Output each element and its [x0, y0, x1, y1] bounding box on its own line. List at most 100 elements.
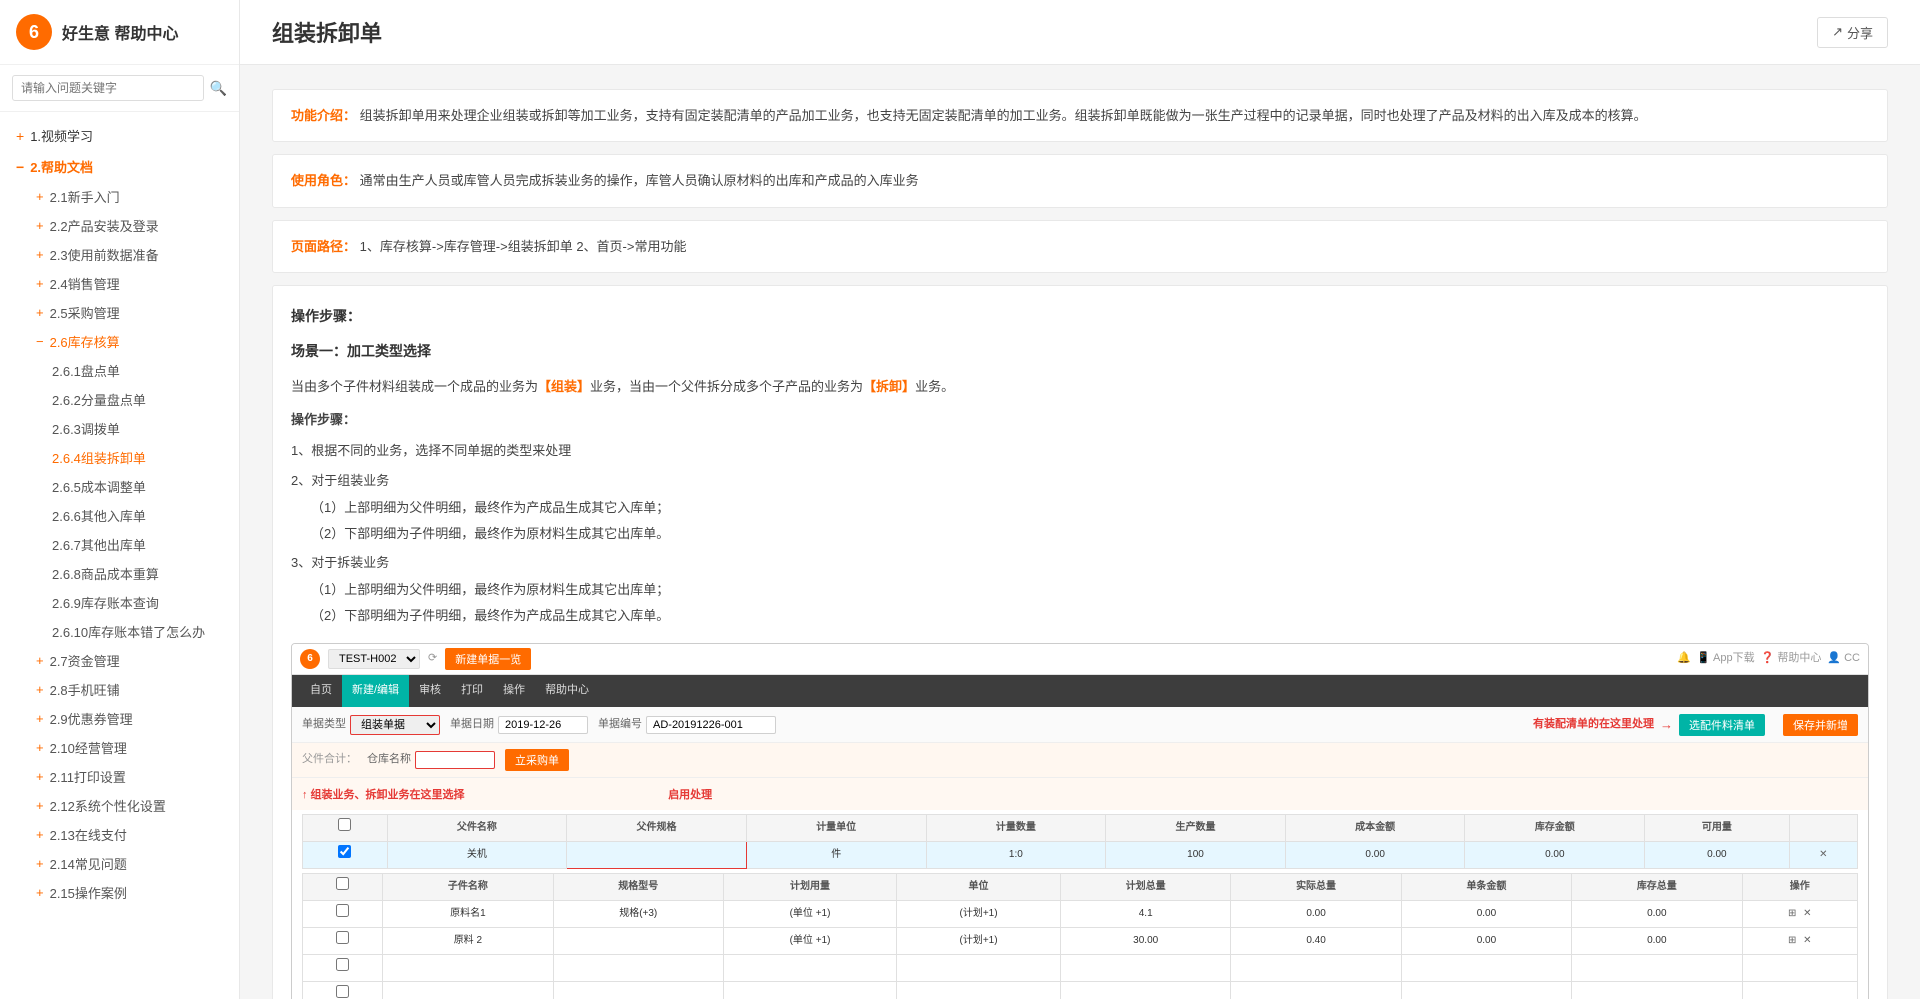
scene-desc: 当由多个子件材料组装成一个成品的业务为【组装】业务，当由一个父件拆分成多个子产品…: [291, 375, 1869, 398]
nav-ops[interactable]: 操作: [493, 675, 535, 707]
copy-icon-2[interactable]: ⊞: [1788, 935, 1796, 946]
child-spec-1: 规格(+3): [553, 901, 723, 928]
app-navbar: 自页 新建/编辑 审核 打印 操作 帮助中心: [292, 675, 1868, 707]
bom-btn[interactable]: 选配件料清单: [1679, 714, 1765, 736]
sidebar-item-docs-212[interactable]: + 2.12系统个性化设置: [0, 791, 239, 820]
search-button[interactable]: 🔍: [210, 80, 227, 97]
th-parent-spec: 父件规格: [567, 815, 747, 842]
sidebar-item-docs-2610[interactable]: 2.6.10库存账本错了怎么办: [0, 617, 239, 646]
inner-app-logo: 6: [300, 649, 320, 669]
type-label: 单据类型: [302, 715, 346, 735]
sidebar-item-docs-269[interactable]: 2.6.9库存账本查询: [0, 588, 239, 617]
unit-cell: 件: [746, 842, 926, 869]
doc-no-input[interactable]: [646, 716, 776, 734]
path-block: 页面路径： 1、库存核算->库存管理->组装拆卸单 2、首页->常用功能: [272, 220, 1888, 273]
sidebar-item-docs-214[interactable]: + 2.14常见问题: [0, 849, 239, 878]
sidebar-item-docs-268[interactable]: 2.6.8商品成本重算: [0, 559, 239, 588]
nav-new-edit[interactable]: 新建/编辑: [342, 675, 409, 707]
row-amt-2: 0.00: [1401, 928, 1571, 955]
avail-cell: 0.00: [1645, 842, 1789, 869]
nav-home[interactable]: 自页: [300, 675, 342, 707]
share-button[interactable]: ↗ 分享: [1817, 17, 1888, 48]
parent-table: 父件名称 父件规格 计量单位 计量数量 生产数量 成本金额 库存金额 可用量: [302, 814, 1858, 869]
sidebar-item-docs-261[interactable]: 2.6.1盘点单: [0, 356, 239, 385]
nav-print[interactable]: 打印: [451, 675, 493, 707]
nav-help[interactable]: 帮助中心: [535, 675, 599, 707]
row-delete-icon[interactable]: ✕: [1819, 849, 1827, 860]
sidebar-item-docs-25[interactable]: + 2.5采购管理: [0, 298, 239, 327]
sidebar-item-docs-23[interactable]: + 2.3使用前数据准备: [0, 240, 239, 269]
select-all-bottom[interactable]: [336, 877, 349, 890]
stock-val-cell: 0.00: [1465, 842, 1645, 869]
sidebar-item-docs-264[interactable]: 2.6.4组装拆卸单: [0, 443, 239, 472]
sidebar-item-docs-267[interactable]: 2.6.7其他出库单: [0, 530, 239, 559]
sidebar-item-docs-21[interactable]: + 2.1新手入门: [0, 182, 239, 211]
th-cb2: [303, 874, 383, 901]
sidebar-item-docs-262[interactable]: 2.6.2分量盘点单: [0, 385, 239, 414]
search-input[interactable]: [12, 75, 204, 101]
del-icon-2[interactable]: ✕: [1803, 935, 1811, 946]
save-btn[interactable]: 保存并新增: [1783, 714, 1858, 736]
search-bar: 🔍: [0, 65, 239, 112]
th-prod-qty: 生产数量: [1106, 815, 1286, 842]
sidebar-item-docs-263[interactable]: 2.6.3调拨单: [0, 414, 239, 443]
form-field-type: 单据类型 组装单据: [302, 715, 440, 735]
stock-total-2: 0.00: [1572, 928, 1742, 955]
th-qty: 计量数量: [926, 815, 1106, 842]
sidebar-item-docs-211[interactable]: + 2.11打印设置: [0, 762, 239, 791]
sidebar-item-docs-266[interactable]: 2.6.6其他入库单: [0, 501, 239, 530]
annotation-enable: 启用处理: [668, 789, 712, 801]
th-action: [1789, 815, 1857, 842]
th-child-spec: 规格型号: [553, 874, 723, 901]
app-title: 好生意 帮助中心: [62, 20, 178, 44]
sidebar-item-docs-22[interactable]: + 2.2产品安装及登录: [0, 211, 239, 240]
sidebar-item-docs-28[interactable]: + 2.8手机旺铺: [0, 675, 239, 704]
child-row-cb[interactable]: [336, 931, 349, 944]
sidebar-item-docs-265[interactable]: 2.6.5成本调整单: [0, 472, 239, 501]
path-label: 页面路径：: [291, 239, 356, 254]
sidebar-item-docs-24[interactable]: + 2.4销售管理: [0, 269, 239, 298]
sidebar-item-docs-29[interactable]: + 2.9优惠券管理: [0, 704, 239, 733]
expand-icon: +: [16, 128, 24, 144]
child-table: 子件名称 规格型号 计划用量 单位 计划总量 实际总量 单条金额 库存总量 操作: [302, 873, 1858, 999]
select-all-top[interactable]: [338, 818, 351, 831]
doc-date-input[interactable]: [498, 716, 588, 734]
action-cell: ✕: [1789, 842, 1857, 869]
new-doc-button[interactable]: 新建单据一览: [445, 648, 531, 670]
nav-tree: + 1.视频学习 − 2.帮助文档 + 2.1新手入门 + 2.2产品安装及登录…: [0, 112, 239, 999]
top-table-container: 父件名称 父件规格 计量单位 计量数量 生产数量 成本金额 库存金额 可用量: [292, 810, 1868, 873]
user-avatar: 👤 CC: [1827, 649, 1860, 669]
th-checkbox: [303, 815, 388, 842]
role-block: 使用角色： 通常由生产人员或库管人员完成拆装业务的操作，库管人员确认原材料的出库…: [272, 154, 1888, 207]
ok-btn[interactable]: 立采购单: [505, 749, 569, 771]
app-store-icon: 📱 App下载: [1697, 649, 1755, 669]
doc-type-select[interactable]: 组装单据: [350, 715, 440, 735]
row-checkbox[interactable]: [338, 845, 351, 858]
sidebar-item-docs-210[interactable]: + 2.10经营管理: [0, 733, 239, 762]
page-title: 组装拆卸单: [272, 16, 382, 48]
main-content: 组装拆卸单 ↗ 分享 功能介绍： 组装拆卸单用来处理企业组装或拆卸等加工业务，支…: [240, 0, 1920, 999]
alert-icon: 🔔: [1677, 649, 1691, 669]
store-selector[interactable]: TEST-H002: [328, 649, 420, 669]
app-logo: 6: [16, 14, 52, 50]
sidebar-item-docs[interactable]: − 2.帮助文档: [0, 151, 239, 182]
path-text: 1、库存核算->库存管理->组装拆卸单 2、首页->常用功能: [360, 239, 687, 254]
del-icon[interactable]: ✕: [1803, 908, 1811, 919]
copy-icon[interactable]: ⊞: [1788, 908, 1796, 919]
child-row-cb[interactable]: [336, 904, 349, 917]
actual-total-2: 0.40: [1231, 928, 1401, 955]
planned-use-1: (单位 +1): [723, 901, 896, 928]
nav-review[interactable]: 审核: [409, 675, 451, 707]
th-row-amt: 单条金额: [1401, 874, 1571, 901]
sidebar-item-docs-27[interactable]: + 2.7资金管理: [0, 646, 239, 675]
parent-name-cell: 关机: [387, 842, 567, 869]
ops-block: 操作步骤： 场景一：加工类型选择 当由多个子件材料组装成一个成品的业务为【组装】…: [272, 285, 1888, 999]
warehouse-input[interactable]: [415, 751, 495, 769]
sidebar-item-docs-26[interactable]: − 2.6库存核算: [0, 327, 239, 356]
th-child-unit: 单位: [897, 874, 1061, 901]
sidebar-item-docs-215[interactable]: + 2.15操作案例: [0, 878, 239, 907]
sidebar-item-video[interactable]: + 1.视频学习: [0, 120, 239, 151]
func-intro-text: 组装拆卸单用来处理企业组装或拆卸等加工业务，支持有固定装配清单的产品加工业务，也…: [360, 108, 1647, 123]
sidebar-item-docs-213[interactable]: + 2.13在线支付: [0, 820, 239, 849]
func-intro-label: 功能介绍：: [291, 108, 356, 123]
